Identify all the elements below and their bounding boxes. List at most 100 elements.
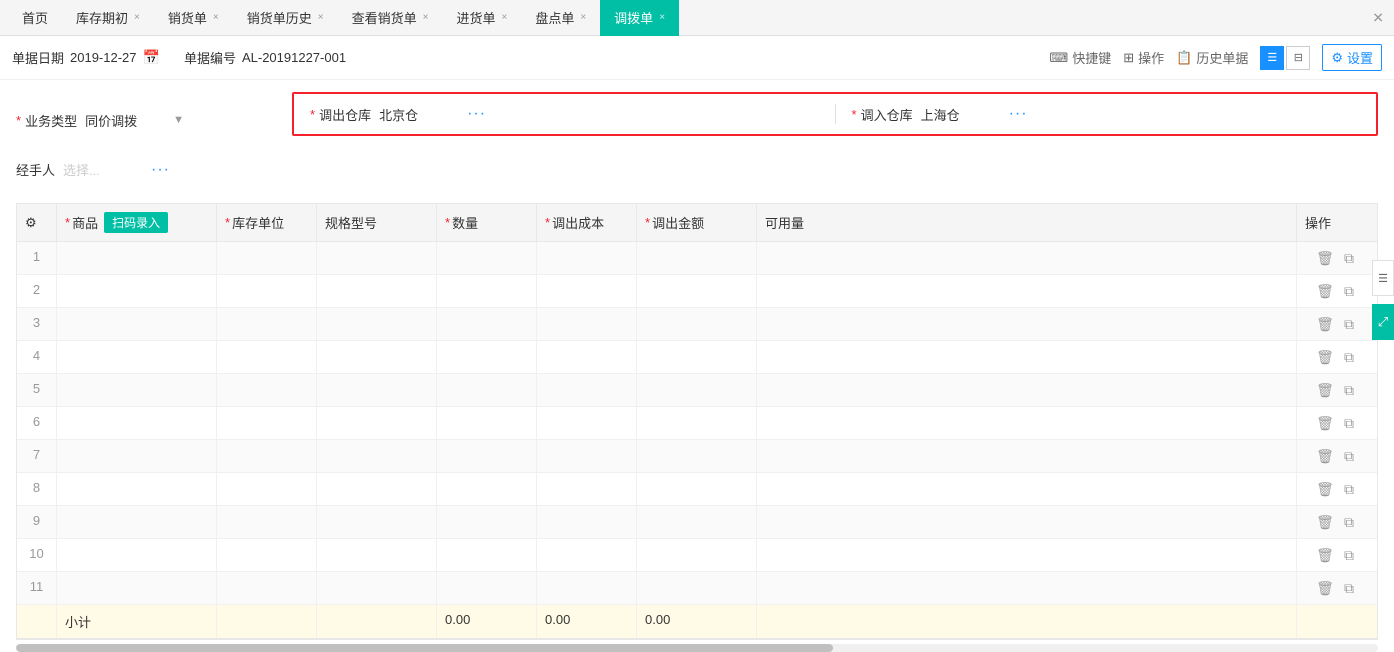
tab-close-purchase[interactable]: × xyxy=(501,12,507,23)
th-cost: * 调出成本 xyxy=(537,204,637,241)
table-row: 1 🗑 ⧉ xyxy=(17,242,1377,275)
business-type-field: * 业务类型 同价调拨 ▼ xyxy=(16,92,276,148)
history-icon: 📋 xyxy=(1176,50,1192,66)
row-4-actions: 🗑 ⧉ xyxy=(1297,341,1377,373)
scrollbar-thumb[interactable] xyxy=(16,644,833,652)
th-amount: * 调出金额 xyxy=(637,204,757,241)
tab-close-sales-history[interactable]: × xyxy=(318,12,324,23)
date-value: 2019-12-27 xyxy=(70,50,137,65)
warehouse-in-ellipsis[interactable]: ··· xyxy=(1009,105,1028,123)
th-qty: * 数量 xyxy=(437,204,537,241)
operator-ellipsis[interactable]: ··· xyxy=(151,161,170,179)
date-field-group: 单据日期 2019-12-27 📅 xyxy=(12,48,160,67)
row-6-actions: 🗑 ⧉ xyxy=(1297,407,1377,439)
docno-label: 单据编号 xyxy=(184,48,236,67)
tab-purchase[interactable]: 进货单 × xyxy=(442,0,521,36)
row-1-cost[interactable] xyxy=(537,242,637,274)
tab-close-stock-check[interactable]: × xyxy=(580,12,586,23)
business-type-required: * xyxy=(16,113,21,128)
operation-btn[interactable]: ⊞ 操作 xyxy=(1123,48,1164,67)
tab-inventory-init[interactable]: 库存期初 × xyxy=(62,0,154,36)
warehouse-box: * 调出仓库 北京仓 ··· * 调入仓库 上海仓 ··· xyxy=(292,92,1378,136)
docno-value: AL-20191227-001 xyxy=(242,50,346,65)
row-2-unit[interactable] xyxy=(217,275,317,307)
date-label: 单据日期 xyxy=(12,48,64,67)
row-2-product[interactable] xyxy=(57,275,217,307)
row-2-spec[interactable] xyxy=(317,275,437,307)
row-1-product[interactable] xyxy=(57,242,217,274)
grid-view-btn[interactable]: ⊟ xyxy=(1286,46,1310,70)
warehouse-divider xyxy=(835,104,836,124)
subtotal-amount: 0.00 xyxy=(637,605,757,638)
row-3-copy-icon[interactable]: ⧉ xyxy=(1340,316,1358,333)
horizontal-scrollbar[interactable] xyxy=(16,644,1378,652)
tab-transfer[interactable]: 调拨单 × xyxy=(600,0,679,36)
row-1-spec[interactable] xyxy=(317,242,437,274)
th-product: * 商品 扫码录入 xyxy=(57,204,217,241)
history-btn[interactable]: 📋 历史单据 xyxy=(1176,48,1248,67)
row-2-qty[interactable] xyxy=(437,275,537,307)
row-3-delete-icon[interactable]: 🗑 xyxy=(1316,316,1334,333)
float-expand-btn[interactable]: ⤢ xyxy=(1372,304,1394,340)
table-row: 6 🗑 ⧉ xyxy=(17,407,1377,440)
table-header: ⚙ * 商品 扫码录入 * 库存单位 规格型号 * 数量 * 调出成本 * 调出… xyxy=(17,204,1377,242)
table-row: 7 🗑 ⧉ xyxy=(17,440,1377,473)
warehouse-out-label: 调出仓库 xyxy=(319,105,371,124)
float-list-btn[interactable]: ☰ xyxy=(1372,260,1394,296)
row-1-unit[interactable] xyxy=(217,242,317,274)
list-view-btn[interactable]: ☰ xyxy=(1260,46,1284,70)
table-row: 5 🗑 ⧉ xyxy=(17,374,1377,407)
table-row: 10 🗑 ⧉ xyxy=(17,539,1377,572)
row-2-index: 2 xyxy=(17,275,57,307)
calendar-icon[interactable]: 📅 xyxy=(143,49,160,66)
tab-stock-check[interactable]: 盘点单 × xyxy=(521,0,600,36)
row-1-qty[interactable] xyxy=(437,242,537,274)
header-bar: 单据日期 2019-12-27 📅 单据编号 AL-20191227-001 ⌨… xyxy=(0,36,1394,80)
th-spec: 规格型号 xyxy=(317,204,437,241)
tab-sales-history[interactable]: 销货单历史 × xyxy=(233,0,338,36)
warehouse-in-value[interactable]: 上海仓 xyxy=(921,105,1001,124)
row-1-index: 1 xyxy=(17,242,57,274)
business-type-dropdown-icon[interactable]: ▼ xyxy=(173,114,184,126)
shortcut-icon: ⌨ xyxy=(1049,50,1068,66)
row-2-delete-icon[interactable]: 🗑 xyxy=(1316,283,1334,300)
row-2-available[interactable] xyxy=(757,275,1297,307)
row-2-cost[interactable] xyxy=(537,275,637,307)
row-1-copy-icon[interactable]: ⧉ xyxy=(1340,250,1358,267)
tab-close-sales-order[interactable]: × xyxy=(213,12,219,23)
tab-close-transfer[interactable]: × xyxy=(659,12,665,23)
scan-btn[interactable]: 扫码录入 xyxy=(104,212,168,233)
row-1-available[interactable] xyxy=(757,242,1297,274)
close-window-btn[interactable]: ✕ xyxy=(1372,9,1384,26)
tab-close-inventory-init[interactable]: × xyxy=(134,12,140,23)
tab-close-view-sales[interactable]: × xyxy=(423,12,429,23)
tab-view-sales[interactable]: 查看销货单 × xyxy=(338,0,443,36)
row-10-actions: 🗑 ⧉ xyxy=(1297,539,1377,571)
row-9-actions: 🗑 ⧉ xyxy=(1297,506,1377,538)
row-5-actions: 🗑 ⧉ xyxy=(1297,374,1377,406)
business-type-label: 业务类型 xyxy=(25,111,77,130)
row-2-amount[interactable] xyxy=(637,275,757,307)
row-1-delete-icon[interactable]: 🗑 xyxy=(1316,250,1334,267)
row-2-copy-icon[interactable]: ⧉ xyxy=(1340,283,1358,300)
operator-placeholder[interactable]: 选择... xyxy=(63,160,143,179)
table-row: 11 🗑 ⧉ xyxy=(17,572,1377,605)
warehouse-out-field: * 调出仓库 北京仓 ··· xyxy=(310,105,819,124)
warehouse-out-value[interactable]: 北京仓 xyxy=(379,105,459,124)
tab-sales-order[interactable]: 销货单 × xyxy=(154,0,233,36)
subtotal-qty: 0.00 xyxy=(437,605,537,638)
tab-home[interactable]: 首页 xyxy=(8,0,62,36)
row-1-amount[interactable] xyxy=(637,242,757,274)
shortcut-btn[interactable]: ⌨ 快捷键 xyxy=(1049,48,1111,67)
table-row: 2 🗑 ⧉ xyxy=(17,275,1377,308)
view-toggle: ☰ ⊟ xyxy=(1260,46,1310,70)
warehouse-out-ellipsis[interactable]: ··· xyxy=(467,105,486,123)
subtotal-cost: 0.00 xyxy=(537,605,637,638)
th-unit: * 库存单位 xyxy=(217,204,317,241)
settings-btn[interactable]: ⚙ 设置 xyxy=(1322,44,1382,71)
row-1-actions: 🗑 ⧉ xyxy=(1297,242,1377,274)
warehouse-in-required: * xyxy=(852,107,857,122)
table-row: 4 🗑 ⧉ xyxy=(17,341,1377,374)
business-type-value[interactable]: 同价调拨 xyxy=(85,111,165,130)
th-gear[interactable]: ⚙ xyxy=(17,204,57,241)
